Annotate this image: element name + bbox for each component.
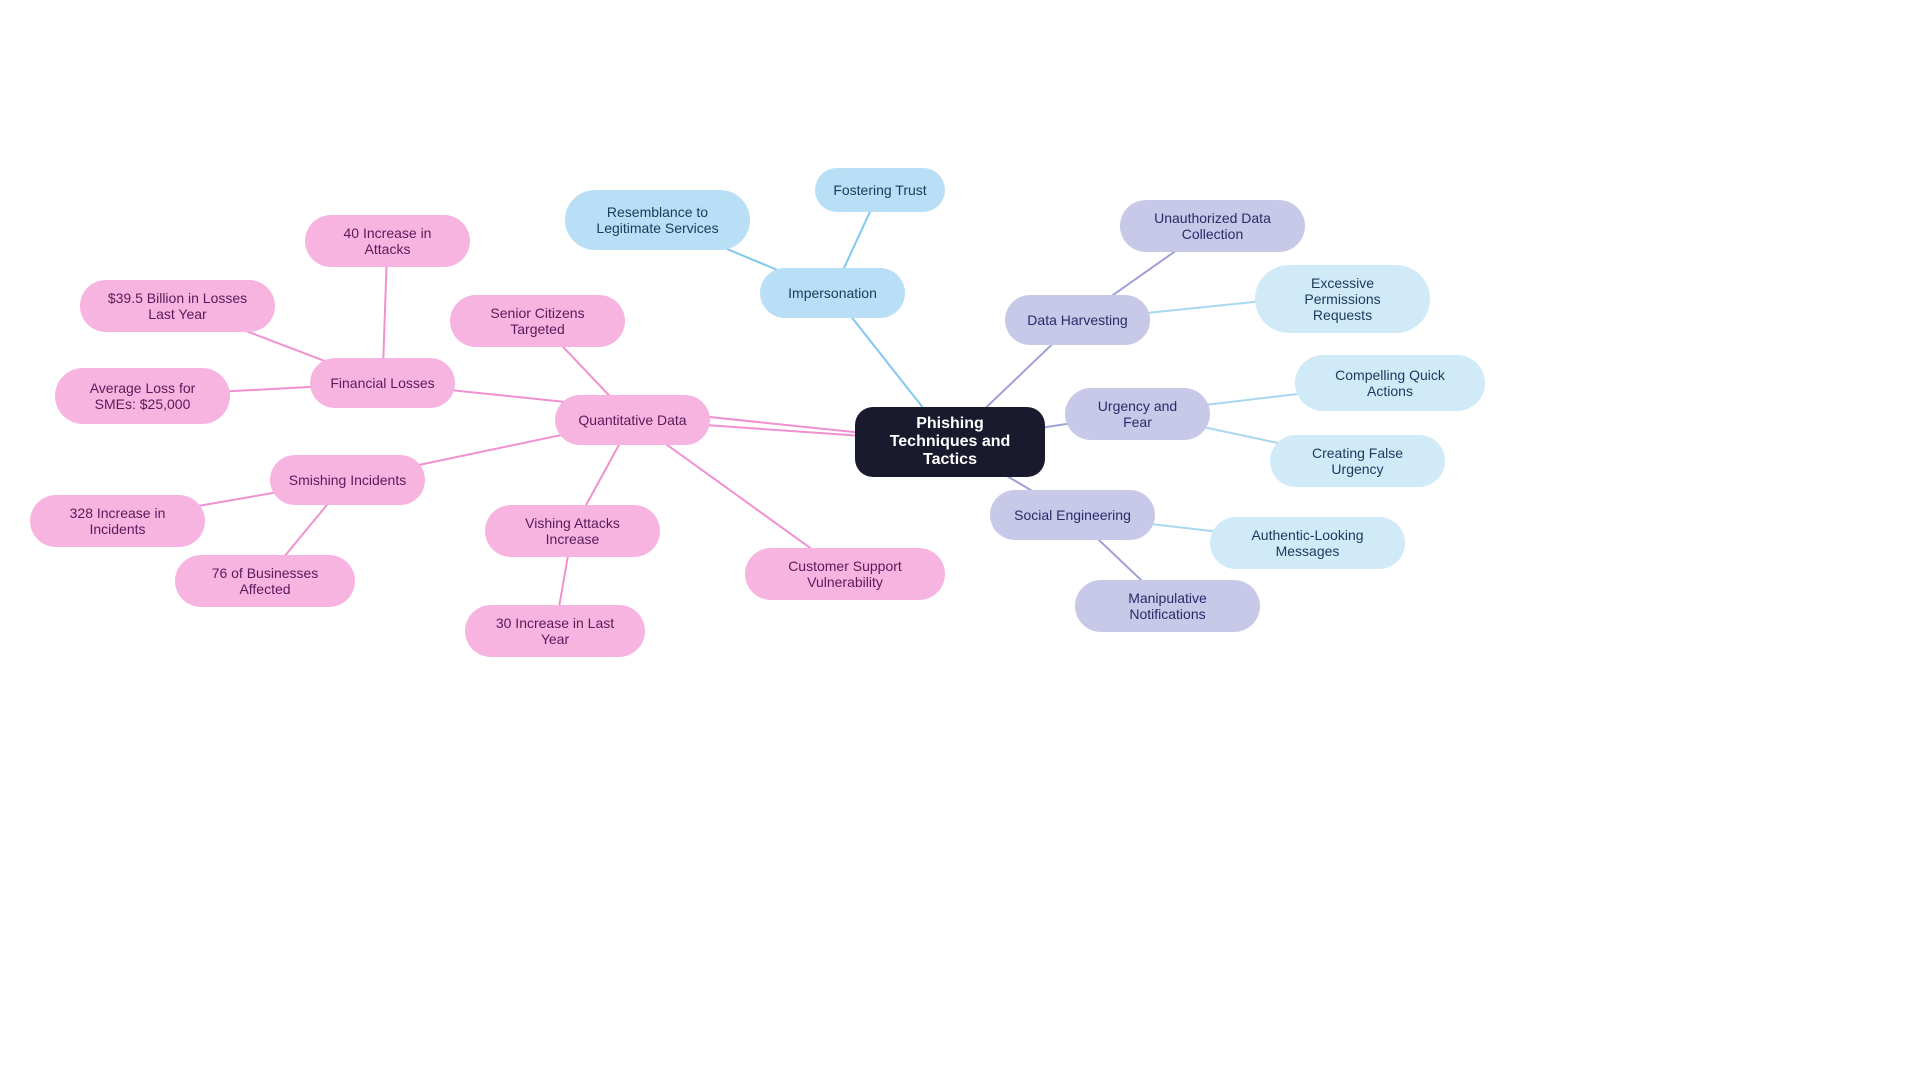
node-40-increase[interactable]: 40 Increase in Attacks: [305, 215, 470, 267]
node-financial-losses[interactable]: Financial Losses: [310, 358, 455, 408]
node-impersonation[interactable]: Impersonation: [760, 268, 905, 318]
node-creating-false[interactable]: Creating False Urgency: [1270, 435, 1445, 487]
node-smishing[interactable]: Smishing Incidents: [270, 455, 425, 505]
node-fostering-trust[interactable]: Fostering Trust: [815, 168, 945, 212]
node-76-businesses[interactable]: 76 of Businesses Affected: [175, 555, 355, 607]
mindmap-container: Phishing Techniques and Tactics Impersona…: [0, 0, 1920, 1083]
node-328-increase[interactable]: 328 Increase in Incidents: [30, 495, 205, 547]
node-authentic[interactable]: Authentic-Looking Messages: [1210, 517, 1405, 569]
node-average-loss[interactable]: Average Loss for SMEs: $25,000: [55, 368, 230, 424]
node-compelling[interactable]: Compelling Quick Actions: [1295, 355, 1485, 411]
connections-svg: [0, 0, 1920, 1083]
node-unauthorized[interactable]: Unauthorized Data Collection: [1120, 200, 1305, 252]
center-node[interactable]: Phishing Techniques and Tactics: [855, 407, 1045, 477]
node-vishing[interactable]: Vishing Attacks Increase: [485, 505, 660, 557]
node-social-engineering[interactable]: Social Engineering: [990, 490, 1155, 540]
node-resemblance[interactable]: Resemblance to Legitimate Services: [565, 190, 750, 250]
node-customer-support[interactable]: Customer Support Vulnerability: [745, 548, 945, 600]
node-urgency-fear[interactable]: Urgency and Fear: [1065, 388, 1210, 440]
node-manipulative[interactable]: Manipulative Notifications: [1075, 580, 1260, 632]
node-senior-citizens[interactable]: Senior Citizens Targeted: [450, 295, 625, 347]
node-39-billion[interactable]: $39.5 Billion in Losses Last Year: [80, 280, 275, 332]
node-30-increase[interactable]: 30 Increase in Last Year: [465, 605, 645, 657]
node-excessive[interactable]: Excessive Permissions Requests: [1255, 265, 1430, 333]
node-quantitative[interactable]: Quantitative Data: [555, 395, 710, 445]
node-data-harvesting[interactable]: Data Harvesting: [1005, 295, 1150, 345]
